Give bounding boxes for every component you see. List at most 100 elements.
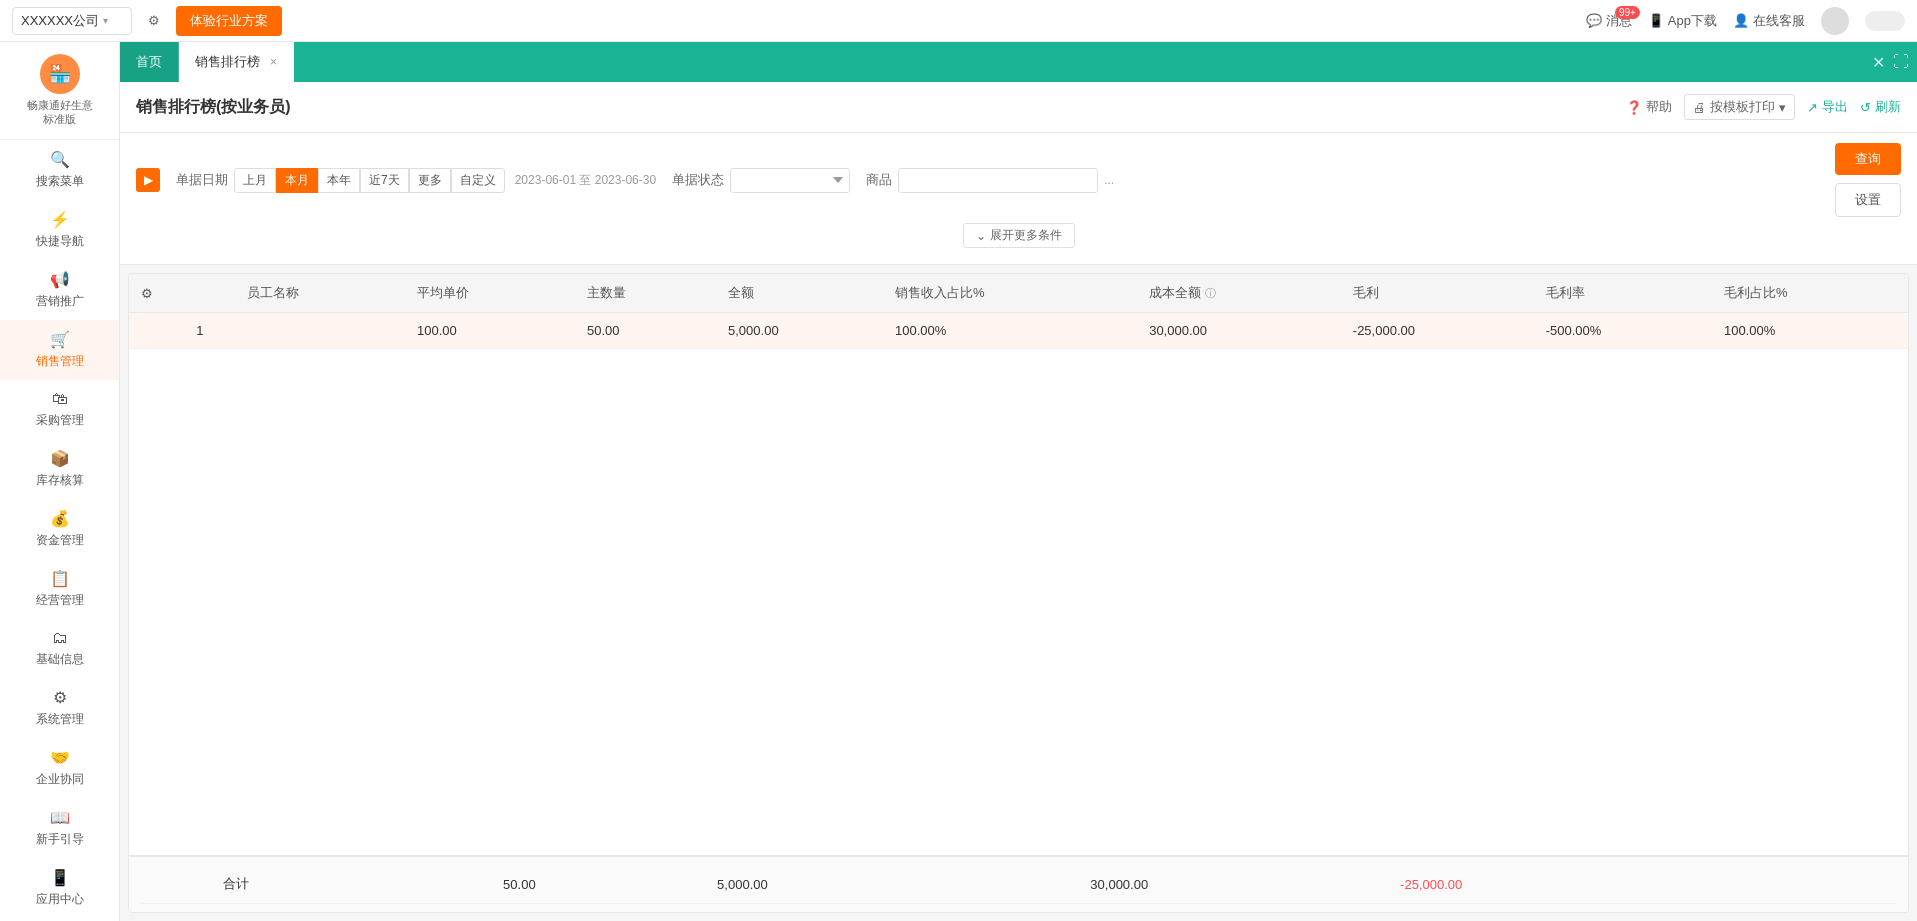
footer-avg-price [400,865,491,904]
try-industry-button[interactable]: 体验行业方案 [176,6,282,36]
filter-area: ▶ 单据日期 上月 本月 本年 近7天 更多 自定义 2023-06-01 至 … [120,133,1917,265]
col-settings[interactable]: ⚙ [129,274,165,313]
footer-row: 合计 50.00 5,000.00 30,000.00 -25,000.00 [141,865,1896,904]
date-filter: 单据日期 上月 本月 本年 近7天 更多 自定义 2023-06-01 至 20… [176,168,656,193]
footer-empty-1 [141,865,171,904]
tab-sales-ranking[interactable]: 销售排行榜 × [179,42,294,82]
col-sales-pct: 销售收入占比% [883,274,1137,313]
sidebar-item-wechat[interactable]: 💬 企业微信 [0,918,119,921]
tab-right-actions: ✕ ⛶ [1872,42,1917,82]
filter-collapse-button[interactable]: ▶ [136,168,160,192]
sidebar-logo: 🏪 畅康通好生意 标准版 [0,42,119,140]
date-btn-this-month[interactable]: 本月 [276,168,318,193]
col-gross: 毛利 [1341,274,1534,313]
sidebar-item-basics[interactable]: 🗂 基础信息 [0,619,119,678]
logo-icon: 🏪 [40,54,80,94]
page-settings-button[interactable]: 设置 [1835,183,1901,217]
tab-close-icon[interactable]: × [270,55,277,69]
sidebar-item-enterprise[interactable]: 🤝 企业协同 [0,738,119,798]
goods-filter-label: 商品 [866,171,892,189]
money-icon: 💰 [50,509,70,528]
sidebar-item-app-center[interactable]: 📱 应用中心 [0,858,119,918]
bag-icon: 🛍 [52,390,68,408]
app-download-button[interactable]: 📱 App下载 [1648,12,1717,30]
company-selector[interactable]: XXXXXX公司 ▾ [12,7,132,35]
print-icon: 🖨 [1693,100,1706,115]
sidebar-item-purchase[interactable]: 🛍 采购管理 [0,380,119,439]
tab-home[interactable]: 首页 [120,42,179,82]
message-button[interactable]: 💬 消息 99+ [1586,12,1632,30]
refresh-icon: ↺ [1860,100,1871,115]
sales-pct-cell: 100.00% [883,313,1137,349]
table-header-row: ⚙ 员工名称 平均单价 主数量 全额 销售收入占比% 成本全额 ⓘ [129,274,1908,313]
page-title: 销售排行榜(按业务员) [136,97,291,118]
row-settings-cell [129,313,165,349]
settings-icon[interactable]: ⚙ [140,7,168,35]
box-icon: 📦 [50,449,70,468]
quantity-cell: 50.00 [575,313,716,349]
speaker-icon: 📢 [50,270,70,289]
avg-price-cell: 100.00 [405,313,575,349]
gross-pct-cell: 100.00% [1712,313,1908,349]
sidebar-item-sales[interactable]: 🛒 销售管理 [0,320,119,380]
footer-sales-pct [988,865,1079,904]
more-filter-icon[interactable]: ... [1104,173,1114,187]
status-filter: 单据状态 [672,168,850,193]
sidebar-item-finance[interactable]: 💰 资金管理 [0,499,119,559]
date-buttons: 上月 本月 本年 近7天 更多 自定义 [234,168,505,193]
sidebar-item-search[interactable]: 🔍 搜索菜单 [0,140,119,200]
sidebar-item-guide[interactable]: 📖 新手引导 [0,798,119,858]
rank-cell: 1 [165,313,235,349]
user-name-display [1865,11,1905,31]
chevron-down-icon: ▾ [103,15,108,26]
app-icon: 📱 [1648,13,1664,28]
message-badge: 99+ [1615,6,1640,19]
sidebar-item-system[interactable]: ⚙ 系统管理 [0,678,119,738]
status-select[interactable] [730,168,850,193]
col-quantity: 主数量 [575,274,716,313]
expand-icon: ⌄ [976,229,986,243]
col-avg-price: 平均单价 [405,274,575,313]
footer-cost: 30,000.00 [1078,865,1388,904]
online-service-button[interactable]: 👤 在线客服 [1733,12,1805,30]
expand-more-row: ⌄ 展开更多条件 [136,217,1901,254]
sidebar-item-marketing[interactable]: 📢 营销推广 [0,260,119,320]
print-chevron-icon: ▾ [1779,100,1786,115]
gear-icon: ⚙ [53,688,67,707]
cart-icon: 🛒 [50,330,70,349]
export-button[interactable]: ↗ 导出 [1807,98,1848,116]
date-btn-more[interactable]: 更多 [409,168,451,193]
logo-text: 畅康通好生意 标准版 [27,98,93,127]
window-close-icon[interactable]: ✕ [1872,53,1885,72]
service-icon: 👤 [1733,13,1749,28]
print-button[interactable]: 🖨 按模板打印 ▾ [1684,94,1795,120]
mobile-icon: 📱 [50,868,70,887]
col-rank [165,274,235,313]
query-button[interactable]: 查询 [1835,143,1901,175]
name-cell [235,313,405,349]
col-amount: 全额 [716,274,883,313]
date-btn-this-year[interactable]: 本年 [318,168,360,193]
table-area: ⚙ 员工名称 平均单价 主数量 全额 销售收入占比% 成本全额 ⓘ [128,273,1909,913]
footer-gross-rate [1714,865,1805,904]
goods-input[interactable] [898,168,1098,193]
cost-info-icon[interactable]: ⓘ [1205,286,1216,301]
help-button[interactable]: ❓ 帮助 [1626,98,1672,116]
amount-cell: 5,000.00 [716,313,883,349]
right-action-buttons: 查询 设置 [1835,143,1901,217]
window-maximize-icon[interactable]: ⛶ [1893,53,1909,71]
col-name: 员工名称 [235,274,405,313]
date-btn-custom[interactable]: 自定义 [451,168,505,193]
avatar[interactable] [1821,7,1849,35]
sidebar-item-inventory[interactable]: 📦 库存核算 [0,439,119,499]
goods-filter: 商品 ... [866,168,1114,193]
date-btn-7days[interactable]: 近7天 [360,168,409,193]
footer-quantity: 50.00 [491,865,705,904]
sidebar-item-operations[interactable]: 📋 经营管理 [0,559,119,619]
sidebar-item-quick-nav[interactable]: ⚡ 快捷导航 [0,200,119,260]
footer-gross-pct [1805,865,1896,904]
date-btn-last-month[interactable]: 上月 [234,168,276,193]
page-content: 销售排行榜(按业务员) ❓ 帮助 🖨 按模板打印 ▾ ↗ 导出 [120,82,1917,921]
refresh-button[interactable]: ↺ 刷新 [1860,98,1901,116]
expand-more-button[interactable]: ⌄ 展开更多条件 [963,223,1075,248]
